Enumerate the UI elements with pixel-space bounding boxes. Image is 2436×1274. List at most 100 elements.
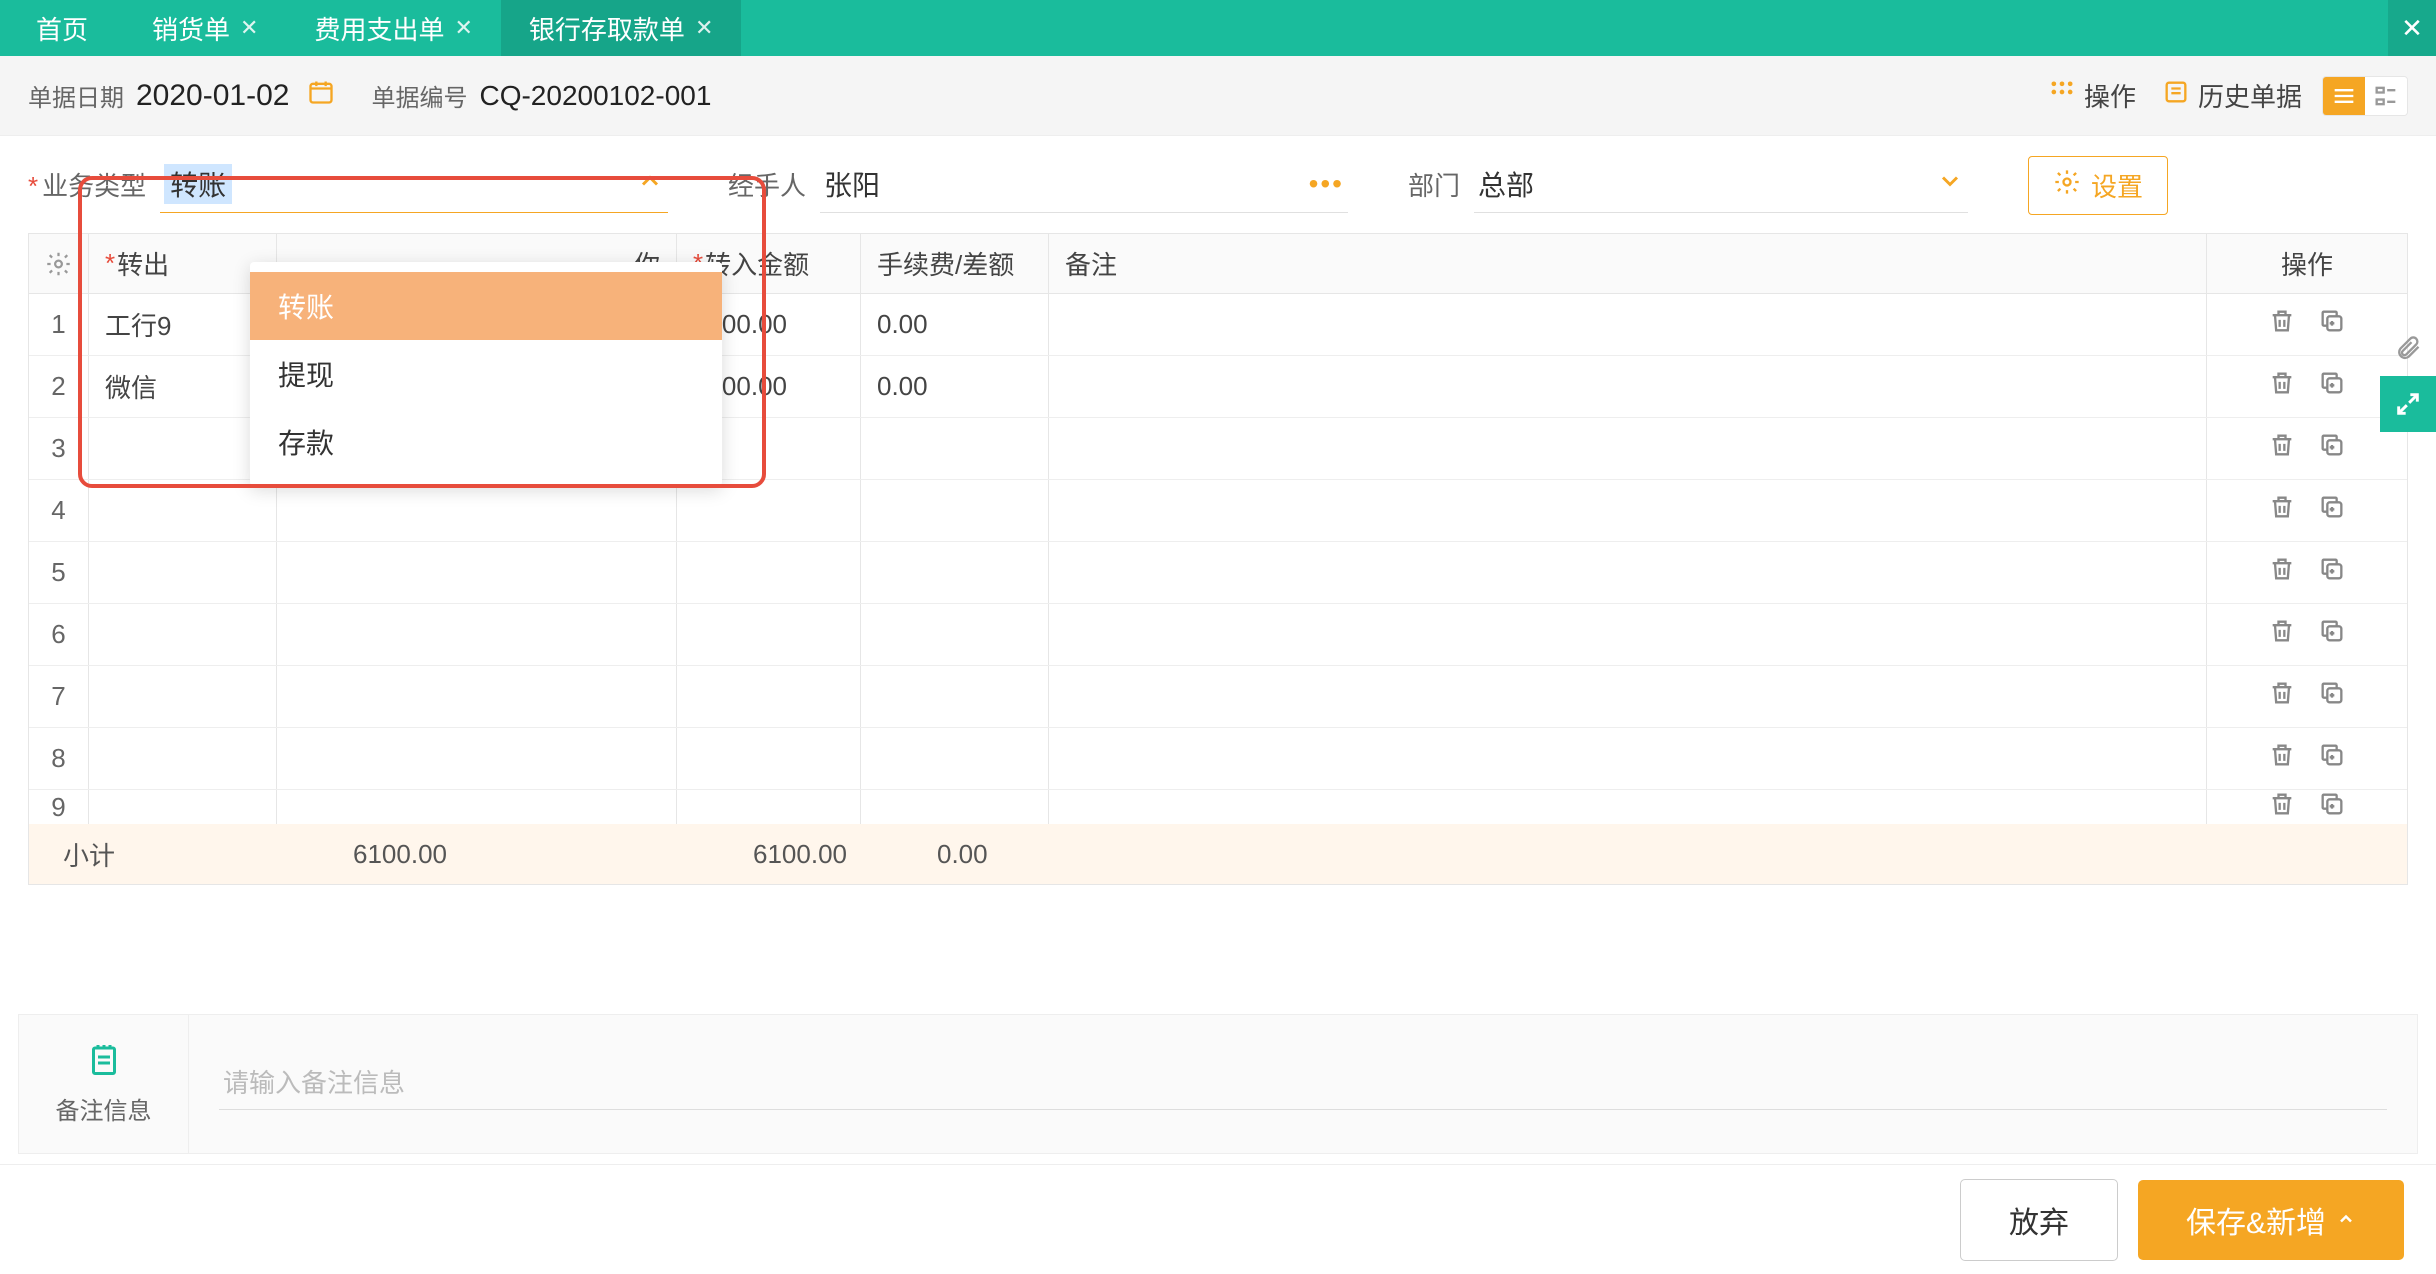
- remark-input[interactable]: [219, 1058, 2387, 1110]
- close-icon[interactable]: ✕: [695, 15, 713, 41]
- biz-type-select[interactable]: 转账: [160, 156, 668, 213]
- calendar-icon[interactable]: [307, 78, 335, 113]
- delete-row-button[interactable]: [2268, 369, 2296, 404]
- cell-fee[interactable]: [861, 480, 1049, 541]
- close-icon[interactable]: ✕: [240, 15, 258, 41]
- delete-row-button[interactable]: [2268, 307, 2296, 342]
- row-index: 4: [29, 480, 89, 541]
- cell-fee[interactable]: [861, 728, 1049, 789]
- copy-row-button[interactable]: [2318, 493, 2346, 528]
- dropdown-option-withdraw[interactable]: 提现: [250, 340, 722, 408]
- view-compact-button[interactable]: [2365, 77, 2407, 115]
- cell-out-amount[interactable]: [277, 666, 677, 727]
- delete-row-button[interactable]: [2268, 741, 2296, 776]
- cell-note[interactable]: [1049, 790, 2207, 824]
- cell-out-account[interactable]: 工行9: [89, 294, 277, 355]
- biz-type-label: *业务类型: [28, 166, 146, 203]
- delete-row-button[interactable]: [2268, 493, 2296, 528]
- delete-row-button[interactable]: [2268, 617, 2296, 652]
- note-icon: [86, 1042, 122, 1085]
- cell-note[interactable]: [1049, 294, 2207, 355]
- cell-out-account[interactable]: [89, 480, 277, 541]
- cell-out-account[interactable]: 微信: [89, 356, 277, 417]
- tab-expense[interactable]: 费用支出单✕: [286, 0, 500, 56]
- close-icon[interactable]: ✕: [454, 15, 472, 41]
- cell-in-amount[interactable]: [677, 480, 861, 541]
- cell-fee[interactable]: [861, 542, 1049, 603]
- copy-row-button[interactable]: [2318, 307, 2346, 342]
- cell-out-amount[interactable]: [277, 480, 677, 541]
- handler-input[interactable]: 张阳 •••: [820, 156, 1348, 213]
- copy-row-button[interactable]: [2318, 617, 2346, 652]
- delete-row-button[interactable]: [2268, 790, 2296, 824]
- cell-note[interactable]: [1049, 480, 2207, 541]
- cell-fee[interactable]: [861, 666, 1049, 727]
- date-value[interactable]: 2020-01-02: [136, 79, 289, 113]
- copy-row-button[interactable]: [2318, 555, 2346, 590]
- cell-out-amount[interactable]: [277, 728, 677, 789]
- cell-in-amount[interactable]: [677, 666, 861, 727]
- view-list-button[interactable]: [2323, 77, 2365, 115]
- delete-row-button[interactable]: [2268, 555, 2296, 590]
- copy-row-button[interactable]: [2318, 431, 2346, 466]
- delete-row-button[interactable]: [2268, 431, 2296, 466]
- grid-icon: [2048, 78, 2076, 113]
- copy-row-button[interactable]: [2318, 790, 2346, 824]
- cell-out-account[interactable]: [89, 418, 277, 479]
- row-index: 8: [29, 728, 89, 789]
- settings-button[interactable]: 设置: [2028, 156, 2168, 215]
- cell-fee[interactable]: 0.00: [861, 356, 1049, 417]
- cell-out-amount[interactable]: [277, 604, 677, 665]
- subtotal-fee: 0.00: [921, 824, 1109, 884]
- cell-out-amount[interactable]: [277, 790, 677, 824]
- cell-out-account[interactable]: [89, 728, 277, 789]
- tab-sales[interactable]: 销货单✕: [124, 0, 286, 56]
- expand-button[interactable]: [2380, 376, 2436, 432]
- table-row: 4: [29, 480, 2407, 542]
- more-icon[interactable]: •••: [1309, 168, 1344, 200]
- delete-row-button[interactable]: [2268, 679, 2296, 714]
- cell-note[interactable]: [1049, 356, 2207, 417]
- cell-out-account[interactable]: [89, 542, 277, 603]
- cell-note[interactable]: [1049, 728, 2207, 789]
- cell-note[interactable]: [1049, 666, 2207, 727]
- cell-out-account[interactable]: [89, 604, 277, 665]
- copy-row-button[interactable]: [2318, 369, 2346, 404]
- chevron-down-icon: [1936, 167, 1964, 202]
- date-label: 单据日期: [28, 78, 124, 113]
- cell-out-account[interactable]: [89, 666, 277, 727]
- discard-button[interactable]: 放弃: [1960, 1179, 2118, 1261]
- cell-in-amount[interactable]: [677, 728, 861, 789]
- tab-bank-transfer[interactable]: 银行存取款单✕: [501, 0, 741, 56]
- attachment-button[interactable]: [2380, 320, 2436, 376]
- cell-out-amount[interactable]: [277, 542, 677, 603]
- cell-note[interactable]: [1049, 604, 2207, 665]
- view-toggle: [2322, 76, 2408, 116]
- cell-fee[interactable]: [861, 604, 1049, 665]
- cell-fee[interactable]: 0.00: [861, 294, 1049, 355]
- dept-select[interactable]: 总部: [1474, 156, 1968, 213]
- cell-fee[interactable]: [861, 790, 1049, 824]
- cell-ops: [2207, 790, 2407, 824]
- cell-note[interactable]: [1049, 418, 2207, 479]
- column-settings-button[interactable]: [29, 234, 89, 293]
- copy-row-button[interactable]: [2318, 679, 2346, 714]
- cell-in-amount[interactable]: [677, 542, 861, 603]
- dropdown-option-deposit[interactable]: 存款: [250, 408, 722, 476]
- toolbar-ops-button[interactable]: 操作: [2048, 77, 2136, 114]
- cell-in-amount[interactable]: [677, 790, 861, 824]
- tab-home[interactable]: 首页: [0, 0, 124, 56]
- dropdown-option-transfer[interactable]: 转账: [250, 272, 722, 340]
- cell-in-amount[interactable]: [677, 604, 861, 665]
- cell-out-account[interactable]: [89, 790, 277, 824]
- save-add-button[interactable]: 保存&新增: [2138, 1180, 2404, 1260]
- toolbar-history-button[interactable]: 历史单据: [2162, 77, 2302, 114]
- cell-note[interactable]: [1049, 542, 2207, 603]
- copy-row-button[interactable]: [2318, 741, 2346, 776]
- field-business-type: *业务类型 转账: [28, 156, 668, 213]
- table-row: 5: [29, 542, 2407, 604]
- row-index: 9: [29, 790, 89, 824]
- cell-fee[interactable]: [861, 418, 1049, 479]
- th-fee: 手续费/差额: [861, 234, 1049, 293]
- panel-close-button[interactable]: ✕: [2388, 0, 2436, 56]
